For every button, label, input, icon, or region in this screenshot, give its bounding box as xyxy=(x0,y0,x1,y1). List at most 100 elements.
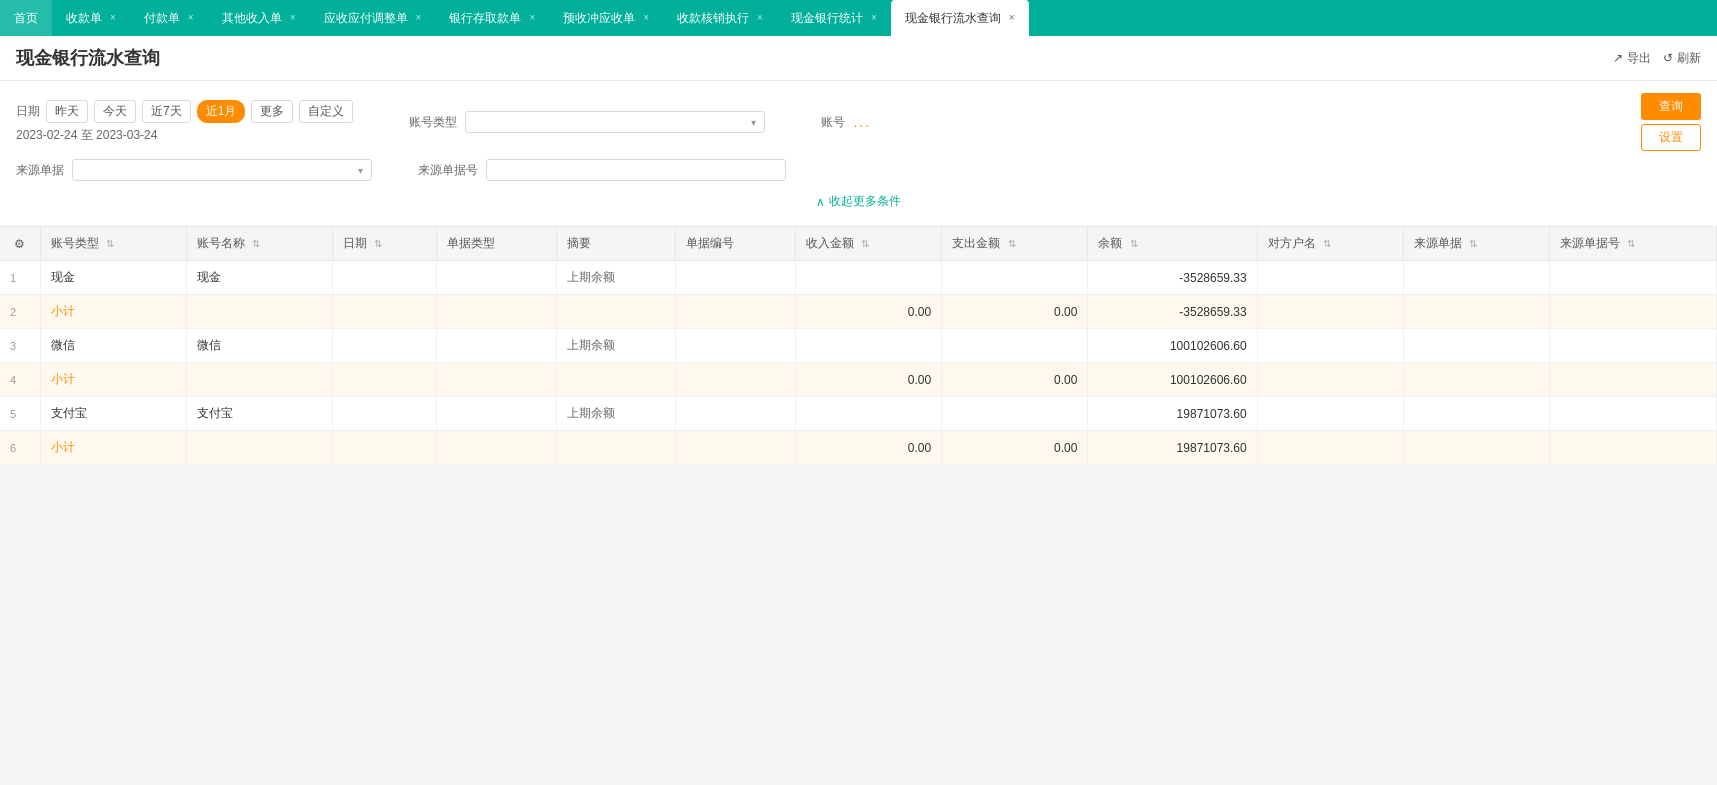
account-label: 账号 xyxy=(821,114,845,131)
row-doc-no xyxy=(676,329,796,363)
row-expense xyxy=(942,329,1088,363)
close-icon[interactable]: × xyxy=(529,0,535,36)
col-source-doc[interactable]: 来源单据 ⇅ xyxy=(1403,227,1549,261)
close-icon[interactable]: × xyxy=(188,0,194,36)
export-icon: ↗ xyxy=(1613,51,1623,65)
row-num: 1 xyxy=(0,261,40,295)
row-counterparty xyxy=(1257,261,1403,295)
nav-bank-deposit[interactable]: 银行存取款单 × xyxy=(435,0,549,36)
row-date xyxy=(332,363,437,397)
row-doc-no xyxy=(676,397,796,431)
row-summary: 上期余额 xyxy=(556,397,676,431)
date-btn-yesterday[interactable]: 昨天 xyxy=(46,100,88,123)
filter-row-1: 日期 昨天 今天 近7天 近1月 更多 自定义 2023-02-24 至 202… xyxy=(16,93,1701,151)
row-expense: 0.00 xyxy=(942,431,1088,465)
close-icon[interactable]: × xyxy=(110,0,116,36)
close-icon[interactable]: × xyxy=(643,0,649,36)
date-btn-today[interactable]: 今天 xyxy=(94,100,136,123)
row-source-doc xyxy=(1403,261,1549,295)
row-date xyxy=(332,295,437,329)
nav-advance[interactable]: 预收冲应收单 × xyxy=(549,0,663,36)
col-counterparty[interactable]: 对方户名 ⇅ xyxy=(1257,227,1403,261)
row-balance: 100102606.60 xyxy=(1088,363,1257,397)
date-btn-7days[interactable]: 近7天 xyxy=(142,100,191,123)
nav-cash-bank-stats[interactable]: 现金银行统计 × xyxy=(777,0,891,36)
col-date[interactable]: 日期 ⇅ xyxy=(332,227,437,261)
date-filter-top: 日期 昨天 今天 近7天 近1月 更多 自定义 xyxy=(16,100,353,123)
source-doc-no-label: 来源单据号 xyxy=(418,162,478,179)
col-account-name[interactable]: 账号名称 ⇅ xyxy=(186,227,332,261)
row-source-doc-no xyxy=(1549,363,1716,397)
top-navigation: 首页 收款单 × 付款单 × 其他收入单 × 应收应付调整单 × 银行存取款单 … xyxy=(0,0,1717,36)
col-summary[interactable]: 摘要 xyxy=(556,227,676,261)
row-account-name: 现金 xyxy=(186,261,332,295)
nav-adjustment[interactable]: 应收应付调整单 × xyxy=(310,0,436,36)
gear-column-header[interactable]: ⚙ xyxy=(0,227,40,261)
row-summary xyxy=(556,295,676,329)
row-date xyxy=(332,431,437,465)
table-body: 1 现金 现金 上期余额 -3528659.33 2 小计 0.00 0.00 … xyxy=(0,261,1717,465)
row-account-name: 支付宝 xyxy=(186,397,332,431)
refresh-button[interactable]: ↺ 刷新 xyxy=(1663,50,1701,67)
close-icon[interactable]: × xyxy=(290,0,296,36)
col-doc-type[interactable]: 单据类型 xyxy=(437,227,557,261)
nav-receipt[interactable]: 收款单 × xyxy=(52,0,130,36)
close-icon[interactable]: × xyxy=(416,0,422,36)
nav-cash-bank-flow[interactable]: 现金银行流水查询 × xyxy=(891,0,1029,36)
sort-icon: ⇅ xyxy=(374,238,382,249)
sort-icon: ⇅ xyxy=(1008,238,1016,249)
date-btn-custom[interactable]: 自定义 xyxy=(299,100,353,123)
source-doc-select[interactable]: ▾ xyxy=(72,159,372,181)
row-account-name xyxy=(186,363,332,397)
source-doc-label: 来源单据 xyxy=(16,162,64,179)
row-balance: 19871073.60 xyxy=(1088,397,1257,431)
row-doc-type xyxy=(437,261,557,295)
settings-button[interactable]: 设置 xyxy=(1641,124,1701,151)
row-summary: 上期余额 xyxy=(556,329,676,363)
row-counterparty xyxy=(1257,397,1403,431)
date-range-display: 2023-02-24 至 2023-03-24 xyxy=(16,127,353,144)
export-button[interactable]: ↗ 导出 xyxy=(1613,50,1651,67)
col-account-type[interactable]: 账号类型 ⇅ xyxy=(40,227,186,261)
row-income: 0.00 xyxy=(796,431,942,465)
col-income[interactable]: 收入金额 ⇅ xyxy=(796,227,942,261)
row-counterparty xyxy=(1257,295,1403,329)
row-date xyxy=(332,329,437,363)
row-doc-type xyxy=(437,397,557,431)
page-header: 现金银行流水查询 ↗ 导出 ↺ 刷新 xyxy=(0,36,1717,81)
filter-area: 日期 昨天 今天 近7天 近1月 更多 自定义 2023-02-24 至 202… xyxy=(0,81,1717,227)
close-icon[interactable]: × xyxy=(871,0,877,36)
col-balance[interactable]: 余额 ⇅ xyxy=(1088,227,1257,261)
row-doc-type xyxy=(437,329,557,363)
account-type-value xyxy=(474,115,477,129)
nav-home[interactable]: 首页 xyxy=(0,0,52,36)
row-doc-no xyxy=(676,261,796,295)
row-source-doc-no xyxy=(1549,261,1716,295)
collapse-bar[interactable]: ∧ 收起更多条件 xyxy=(16,189,1701,214)
row-date xyxy=(332,261,437,295)
query-button[interactable]: 查询 xyxy=(1641,93,1701,120)
header-actions: ↗ 导出 ↺ 刷新 xyxy=(1613,50,1701,67)
date-btn-more[interactable]: 更多 xyxy=(251,100,293,123)
date-btn-1month[interactable]: 近1月 xyxy=(197,100,246,123)
filter-row-2: 来源单据 ▾ 来源单据号 xyxy=(16,159,1701,181)
account-type-filter: 账号类型 ▾ xyxy=(409,111,765,133)
close-icon[interactable]: × xyxy=(1009,0,1015,36)
date-label: 日期 xyxy=(16,103,40,120)
row-date xyxy=(332,397,437,431)
col-source-doc-no[interactable]: 来源单据号 ⇅ xyxy=(1549,227,1716,261)
account-type-select[interactable]: ▾ xyxy=(465,111,765,133)
row-doc-type xyxy=(437,363,557,397)
dots-button[interactable]: ... xyxy=(853,114,871,130)
row-doc-no xyxy=(676,363,796,397)
nav-payment[interactable]: 付款单 × xyxy=(130,0,208,36)
source-doc-no-input[interactable] xyxy=(486,159,786,181)
close-icon[interactable]: × xyxy=(757,0,763,36)
col-expense[interactable]: 支出金额 ⇅ xyxy=(942,227,1088,261)
table-row: 1 现金 现金 上期余额 -3528659.33 xyxy=(0,261,1717,295)
row-counterparty xyxy=(1257,329,1403,363)
nav-other-income[interactable]: 其他收入单 × xyxy=(208,0,310,36)
table-header-row: ⚙ 账号类型 ⇅ 账号名称 ⇅ 日期 ⇅ 单据类型 摘要 xyxy=(0,227,1717,261)
nav-collection[interactable]: 收款核销执行 × xyxy=(663,0,777,36)
col-doc-no[interactable]: 单据编号 xyxy=(676,227,796,261)
